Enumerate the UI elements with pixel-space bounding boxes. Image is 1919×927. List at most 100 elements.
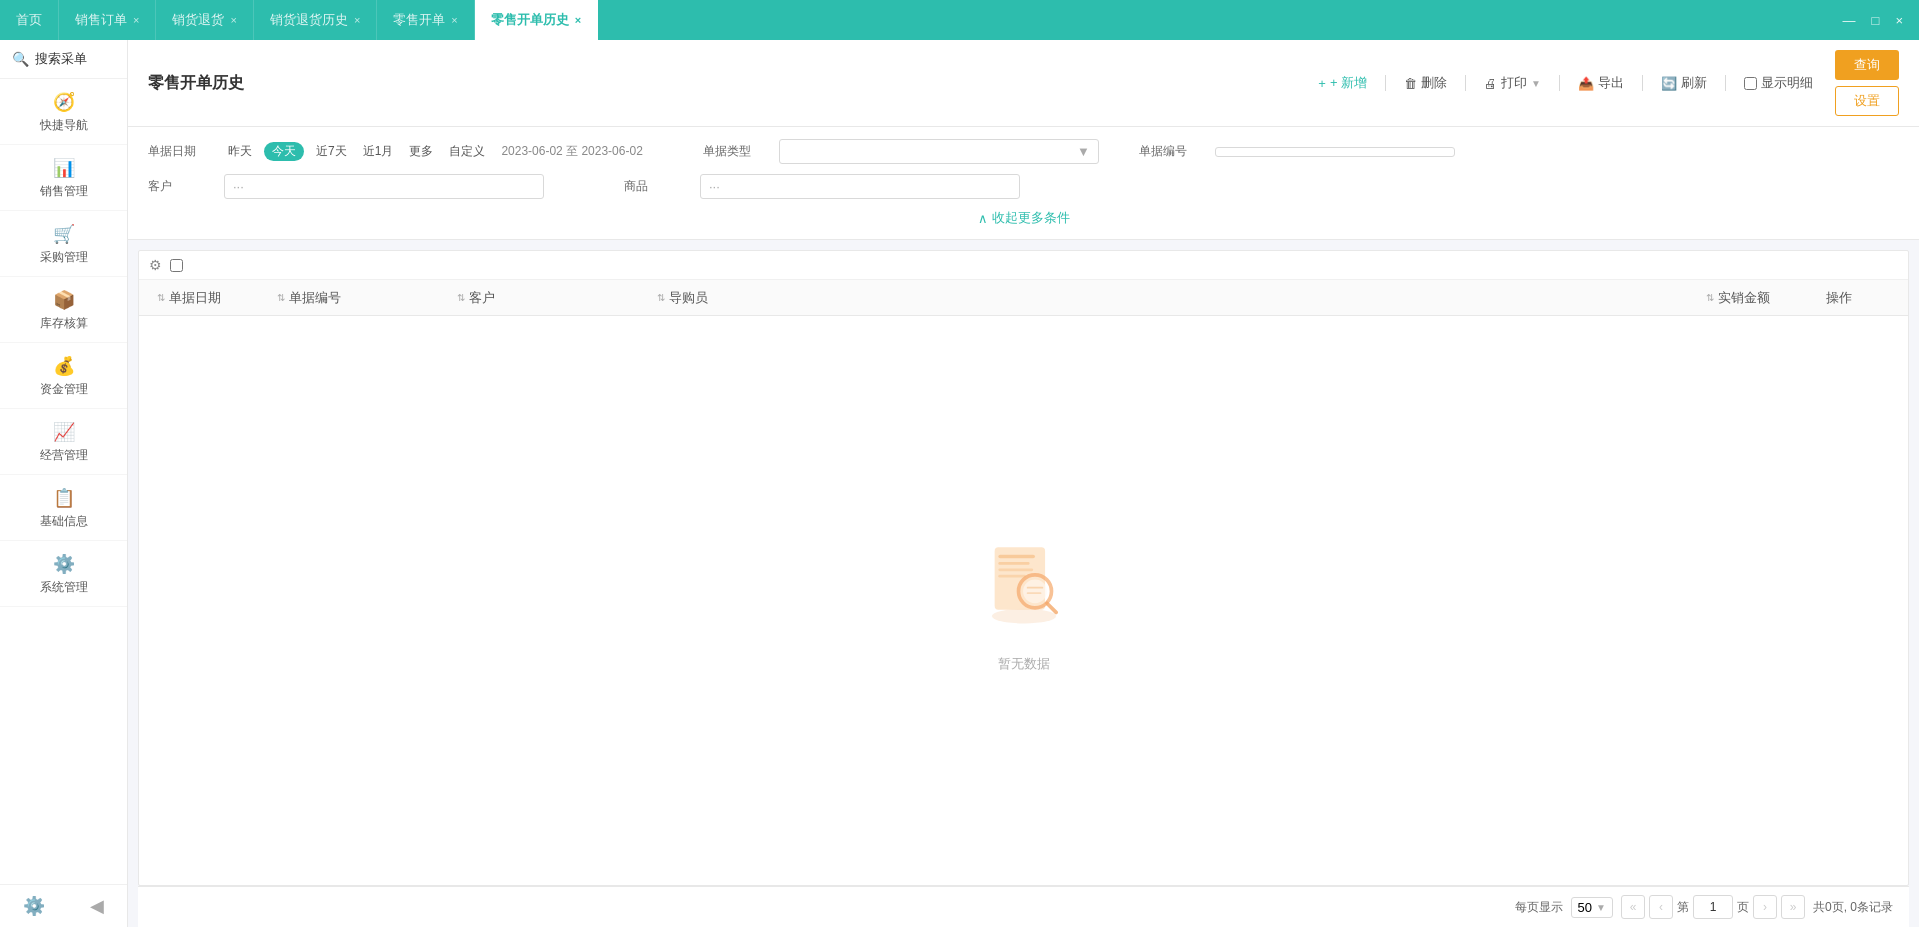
- tab-home[interactable]: 首页: [0, 0, 59, 40]
- close-tab-sales-return-history[interactable]: ×: [354, 14, 360, 26]
- close-window-btn[interactable]: ×: [1895, 13, 1903, 28]
- svg-rect-4: [998, 568, 1033, 571]
- svg-point-0: [991, 608, 1055, 623]
- top-tabbar: 首页 销售订单 × 销货退货 × 销货退货历史 × 零售开单 × 零售开单历史 …: [0, 0, 1919, 40]
- date-btn-custom[interactable]: 自定义: [445, 142, 489, 161]
- product-label: 商品: [624, 178, 680, 195]
- sidebar-item-finance[interactable]: 💰 资金管理: [0, 343, 127, 409]
- product-input[interactable]: ···: [700, 174, 1020, 199]
- divider-1: [1385, 75, 1386, 91]
- refresh-button[interactable]: 🔄 刷新: [1661, 74, 1707, 92]
- sidebar-item-purchase-mgmt[interactable]: 🛒 采购管理: [0, 211, 127, 277]
- export-icon: 📤: [1578, 76, 1594, 91]
- table-header: ⇅ 单据日期 ⇅ 单据编号 ⇅ 客户 ⇅ 导购员 ⇅ 实销金额: [139, 280, 1908, 316]
- page-size-label: 每页显示: [1515, 899, 1563, 916]
- date-btn-yesterday[interactable]: 昨天: [224, 142, 256, 161]
- sidebar-search[interactable]: 🔍 搜索采单: [0, 40, 127, 79]
- next-page-btn[interactable]: ›: [1753, 895, 1777, 919]
- tab-retail-open[interactable]: 零售开单 ×: [377, 0, 474, 40]
- sort-icon-guide: ⇅: [657, 292, 665, 303]
- date-btn-more[interactable]: 更多: [405, 142, 437, 161]
- svg-rect-5: [998, 574, 1026, 577]
- sidebar-item-base-info[interactable]: 📋 基础信息: [0, 475, 127, 541]
- show-detail-checkbox[interactable]: 显示明细: [1744, 74, 1813, 92]
- page-actions: + + 新增 🗑 删除 🖨 打印 ▼ 📤 导出: [1318, 50, 1899, 116]
- prev-page-btn[interactable]: ‹: [1649, 895, 1673, 919]
- page-number-input[interactable]: [1693, 895, 1733, 919]
- select-all-checkbox[interactable]: [170, 259, 183, 272]
- filter-row-2: 客户 ··· 商品 ···: [148, 174, 1899, 199]
- settings-gear-icon[interactable]: ⚙️: [23, 895, 45, 917]
- sidebar-bottom: ⚙️ ◀: [0, 884, 127, 927]
- page-total: 共0页, 0条记录: [1813, 899, 1893, 916]
- collapse-sidebar-icon[interactable]: ◀: [90, 895, 104, 917]
- customer-input[interactable]: ···: [224, 174, 544, 199]
- add-button[interactable]: + + 新增: [1318, 74, 1367, 92]
- divider-5: [1725, 75, 1726, 91]
- svg-point-7: [1023, 579, 1047, 603]
- th-guide[interactable]: ⇅ 导购员: [649, 289, 769, 307]
- divider-2: [1465, 75, 1466, 91]
- th-action: 操作: [1818, 289, 1898, 307]
- sort-icon-date: ⇅: [157, 292, 165, 303]
- restore-btn[interactable]: □: [1872, 13, 1880, 28]
- order-num-input[interactable]: [1215, 147, 1455, 157]
- table-settings-icon[interactable]: ⚙: [149, 257, 162, 273]
- finance-icon: 💰: [53, 355, 75, 377]
- main-layout: 🔍 搜索采单 🧭 快捷导航 📊 销售管理 🛒 采购管理 📦 库存核算 💰 资金管…: [0, 40, 1919, 927]
- minimize-btn[interactable]: —: [1843, 13, 1856, 28]
- delete-icon: 🗑: [1404, 76, 1417, 91]
- system-icon: ⚙️: [53, 553, 75, 575]
- date-btn-7days[interactable]: 近7天: [312, 142, 351, 161]
- order-type-label: 单据类型: [703, 143, 759, 160]
- sidebar-item-operation[interactable]: 📈 经营管理: [0, 409, 127, 475]
- date-btn-1month[interactable]: 近1月: [359, 142, 398, 161]
- show-detail-input[interactable]: [1744, 77, 1757, 90]
- order-num-label: 单据编号: [1139, 143, 1195, 160]
- table-toolbar: ⚙: [139, 251, 1908, 280]
- sidebar-item-sales-mgmt[interactable]: 📊 销售管理: [0, 145, 127, 211]
- first-page-btn[interactable]: «: [1621, 895, 1645, 919]
- window-controls: — □ ×: [1843, 13, 1919, 28]
- print-button[interactable]: 🖨 打印 ▼: [1484, 74, 1541, 92]
- order-type-select[interactable]: ▼: [779, 139, 1099, 164]
- delete-button[interactable]: 🗑 删除: [1404, 74, 1447, 92]
- refresh-icon: 🔄: [1661, 76, 1677, 91]
- customer-label: 客户: [148, 178, 204, 195]
- last-page-btn[interactable]: »: [1781, 895, 1805, 919]
- sidebar-item-system[interactable]: ⚙️ 系统管理: [0, 541, 127, 607]
- page-label-pre: 第: [1677, 899, 1689, 916]
- tab-sales-order[interactable]: 销售订单 ×: [59, 0, 156, 40]
- setting-button[interactable]: 设置: [1835, 86, 1899, 116]
- sort-icon-amount: ⇅: [1706, 292, 1714, 303]
- close-tab-retail-open-history[interactable]: ×: [575, 14, 581, 26]
- divider-3: [1559, 75, 1560, 91]
- tab-retail-open-history[interactable]: 零售开单历史 ×: [475, 0, 598, 40]
- box-icon: 📦: [53, 289, 75, 311]
- sidebar-item-inventory[interactable]: 📦 库存核算: [0, 277, 127, 343]
- close-tab-sales-order[interactable]: ×: [133, 14, 139, 26]
- date-range-display: 2023-06-02 至 2023-06-02: [501, 143, 642, 160]
- operation-icon: 📈: [53, 421, 75, 443]
- sidebar-item-quick-nav[interactable]: 🧭 快捷导航: [0, 79, 127, 145]
- sort-icon-customer: ⇅: [457, 292, 465, 303]
- collapse-filter-btn[interactable]: ∧ 收起更多条件: [964, 209, 1084, 227]
- cart-icon: 🛒: [53, 223, 75, 245]
- tab-sales-return[interactable]: 销货退货 ×: [156, 0, 253, 40]
- export-button[interactable]: 📤 导出: [1578, 74, 1624, 92]
- date-btn-today[interactable]: 今天: [264, 142, 304, 161]
- page-size-select[interactable]: 50 ▼: [1571, 897, 1613, 918]
- th-num[interactable]: ⇅ 单据编号: [269, 289, 449, 307]
- th-date[interactable]: ⇅ 单据日期: [149, 289, 269, 307]
- close-tab-sales-return[interactable]: ×: [230, 14, 236, 26]
- query-button[interactable]: 查询: [1835, 50, 1899, 80]
- page-header: 零售开单历史 + + 新增 🗑 删除 🖨 打印 ▼: [128, 40, 1919, 127]
- close-tab-retail-open[interactable]: ×: [451, 14, 457, 26]
- th-customer[interactable]: ⇅ 客户: [449, 289, 649, 307]
- tab-sales-return-history[interactable]: 销货退货历史 ×: [254, 0, 377, 40]
- compass-icon: 🧭: [53, 91, 75, 113]
- pagination-area: 每页显示 50 ▼ « ‹ 第 页 › » 共0页, 0条记录: [138, 886, 1909, 927]
- empty-state: 暂无数据: [139, 316, 1908, 885]
- th-amount[interactable]: ⇅ 实销金额: [1698, 289, 1818, 307]
- page-label-post: 页: [1737, 899, 1749, 916]
